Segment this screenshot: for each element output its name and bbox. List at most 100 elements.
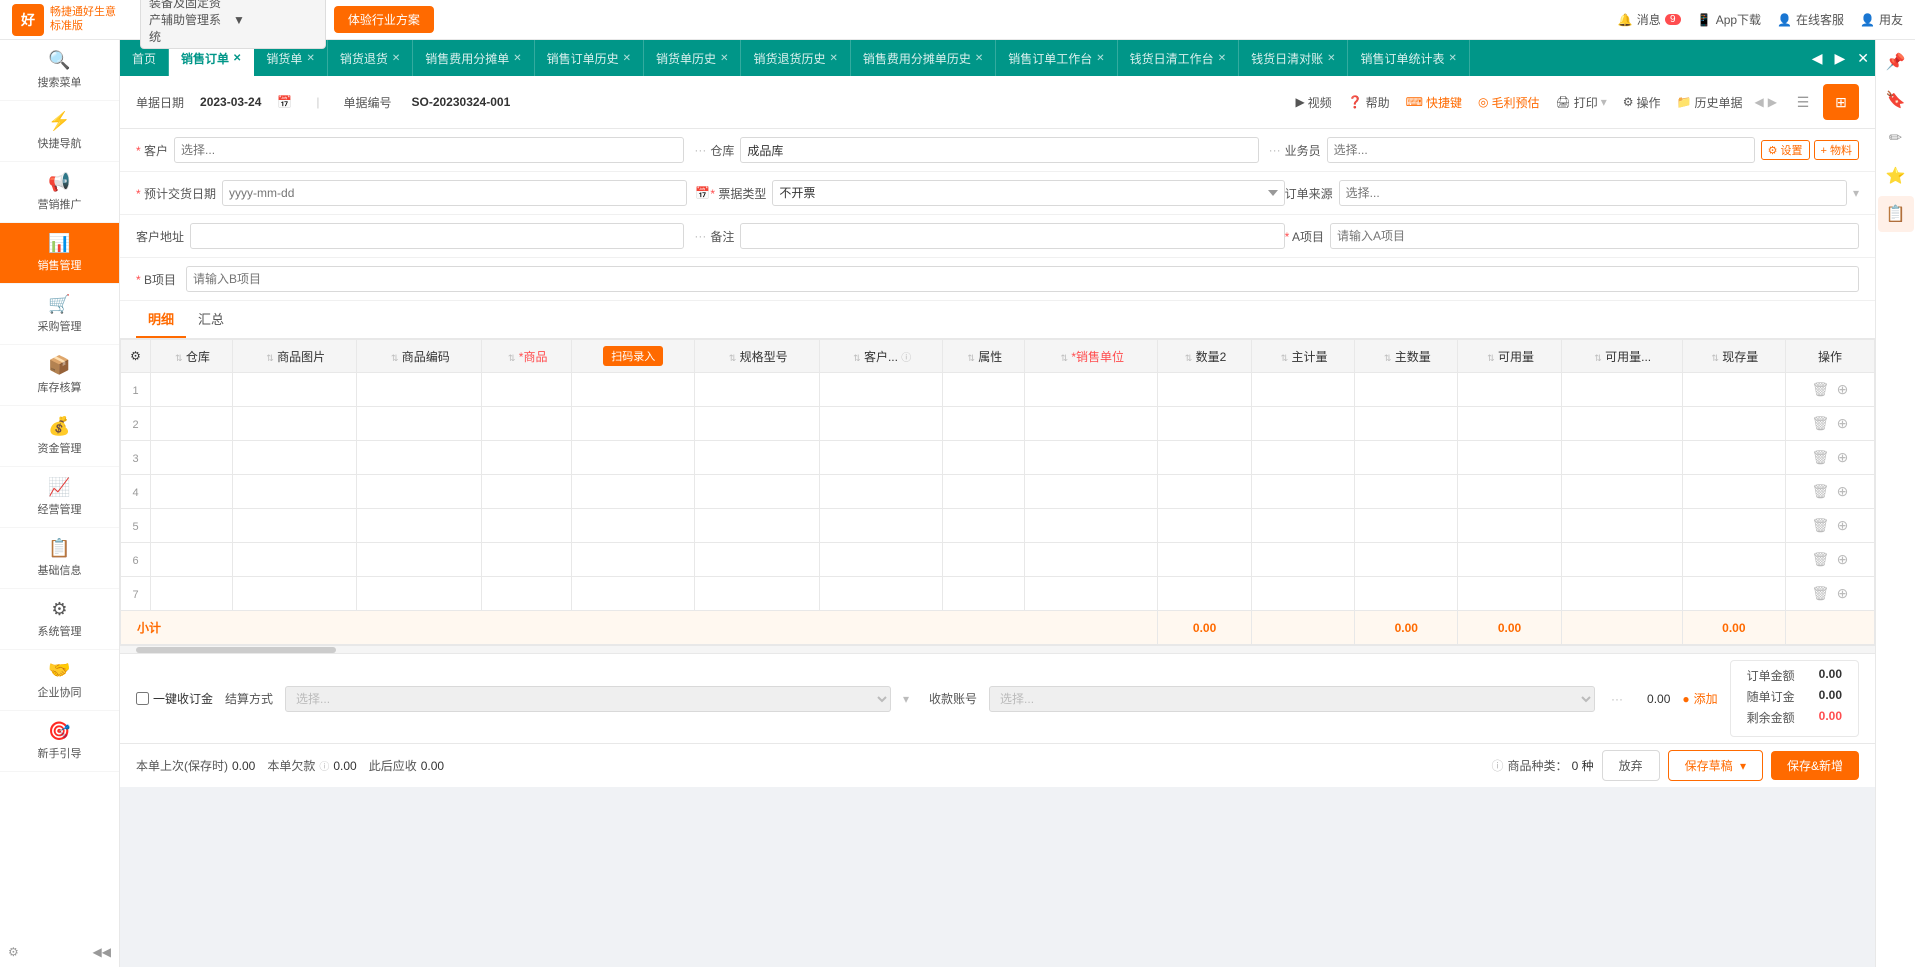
notification-btn[interactable]: 🔔 消息 9 xyxy=(1618,11,1681,28)
tab-menu-btn[interactable]: ✕ xyxy=(1851,40,1875,76)
help-icon-small[interactable]: ⓘ xyxy=(319,758,329,773)
delete-icon-2[interactable]: 🗑 xyxy=(1810,415,1832,431)
tab-sales-return[interactable]: 销货退货 ✕ xyxy=(328,40,413,76)
tab-next-btn[interactable]: ▶ xyxy=(1828,40,1851,76)
online-service-btn[interactable]: 👤 在线客服 xyxy=(1777,11,1844,28)
save-draft-btn[interactable]: 保存草稿 ▾ xyxy=(1668,750,1763,781)
video-btn[interactable]: ▶ 视频 xyxy=(1291,92,1335,113)
tab-close-fee-history[interactable]: ✕ xyxy=(975,53,983,64)
sidebar-item-management[interactable]: 📈 经营管理 xyxy=(0,467,119,528)
receipt-more-btn[interactable]: ··· xyxy=(1607,692,1627,706)
sidebar-settings-icon[interactable]: ⚙ xyxy=(8,945,19,959)
tab-close-sales-order-history[interactable]: ✕ xyxy=(623,53,631,64)
delete-icon-1[interactable]: 🗑 xyxy=(1810,381,1832,397)
receipt-account-select[interactable]: 选择... xyxy=(989,686,1595,712)
one-click-input[interactable] xyxy=(136,692,149,705)
addr-more-btn[interactable]: ··· xyxy=(690,229,710,243)
tab-close-sales-stats[interactable]: ✕ xyxy=(1449,53,1457,64)
tab-daily-reconcile[interactable]: 钱货日清对账 ✕ xyxy=(1239,40,1348,76)
delete-icon-6[interactable]: 🗑 xyxy=(1810,551,1832,567)
tab-daily-workbench[interactable]: 钱货日清工作台 ✕ xyxy=(1118,40,1239,76)
help-btn[interactable]: ❓ 帮助 xyxy=(1344,92,1394,113)
print-btn[interactable]: 🖨 打印 ▾ xyxy=(1552,92,1611,113)
b-project-input[interactable] xyxy=(186,266,1859,292)
discard-btn[interactable]: 放弃 xyxy=(1602,750,1660,781)
right-clipboard-icon[interactable]: 📋 xyxy=(1878,196,1914,232)
tab-close-daily-workbench[interactable]: ✕ xyxy=(1218,53,1226,64)
shortcut-btn[interactable]: ⌨ 快捷键 xyxy=(1402,92,1466,113)
sidebar-item-collab[interactable]: 🤝 企业协同 xyxy=(0,650,119,711)
tab-close-daily-reconcile[interactable]: ✕ xyxy=(1327,53,1335,64)
payment-method-select[interactable]: 选择... xyxy=(285,686,891,712)
warehouse-input[interactable] xyxy=(740,137,1258,163)
customer-more-btn[interactable]: ··· xyxy=(690,143,710,157)
right-edit-icon[interactable]: ✏ xyxy=(1878,120,1914,156)
tab-fee-history[interactable]: 销售费用分摊单历史 ✕ xyxy=(851,40,996,76)
sidebar-item-system[interactable]: ⚙ 系统管理 xyxy=(0,589,119,650)
tab-close-return-history[interactable]: ✕ xyxy=(829,53,837,64)
invoice-type-select[interactable]: 不开票 xyxy=(772,180,1284,206)
a-project-input[interactable] xyxy=(1330,223,1859,249)
delete-icon-7[interactable]: 🗑 xyxy=(1810,585,1832,601)
tab-close-sales-fee[interactable]: ✕ xyxy=(513,53,521,64)
order-source-input[interactable] xyxy=(1339,180,1847,206)
tab-invoice-history[interactable]: 销货单历史 ✕ xyxy=(644,40,741,76)
tab-sales-order-history[interactable]: 销售订单历史 ✕ xyxy=(535,40,644,76)
payment-dropdown-icon[interactable]: ▾ xyxy=(903,692,909,706)
tab-close-sales-order[interactable]: ✕ xyxy=(233,53,241,64)
tab-return-history[interactable]: 销货退货历史 ✕ xyxy=(741,40,850,76)
operation-btn[interactable]: ⚙ 操作 xyxy=(1619,92,1665,113)
tab-sales-fee[interactable]: 销售费用分摊单 ✕ xyxy=(413,40,534,76)
sidebar-item-purchase[interactable]: 🛒 采购管理 xyxy=(0,284,119,345)
sidebar-item-sales[interactable]: 📊 销售管理 xyxy=(0,223,119,284)
industry-btn[interactable]: 体验行业方案 xyxy=(334,6,434,33)
delete-icon-4[interactable]: 🗑 xyxy=(1810,483,1832,499)
right-bookmark-icon[interactable]: 🔖 xyxy=(1878,82,1914,118)
one-click-checkbox[interactable]: 一键收订金 xyxy=(136,690,213,707)
sidebar-item-search[interactable]: 🔍 搜索菜单 xyxy=(0,40,119,101)
sidebar-item-finance[interactable]: 💰 资金管理 xyxy=(0,406,119,467)
customer-input[interactable] xyxy=(174,137,684,163)
salesperson-input[interactable] xyxy=(1327,137,1755,163)
copy-icon-4[interactable]: ⊕ xyxy=(1835,483,1851,499)
right-star-icon[interactable]: ⭐ xyxy=(1878,158,1914,194)
note-input[interactable] xyxy=(740,223,1284,249)
app-download-btn[interactable]: 📱 App下载 xyxy=(1697,11,1761,28)
copy-icon-3[interactable]: ⊕ xyxy=(1835,449,1851,465)
delete-icon-3[interactable]: 🗑 xyxy=(1810,449,1832,465)
tab-close-sales-return[interactable]: ✕ xyxy=(392,53,400,64)
save-new-btn[interactable]: 保存&新增 xyxy=(1771,751,1859,780)
copy-icon-7[interactable]: ⊕ xyxy=(1835,585,1851,601)
customer-addr-input[interactable] xyxy=(190,223,684,249)
copy-icon-2[interactable]: ⊕ xyxy=(1835,415,1851,431)
profit-btn[interactable]: ◎ 毛利预估 xyxy=(1474,92,1544,113)
sidebar-item-inventory[interactable]: 📦 库存核算 xyxy=(0,345,119,406)
tab-close-invoice-history[interactable]: ✕ xyxy=(720,53,728,64)
tab-detail[interactable]: 明细 xyxy=(136,301,186,338)
warehouse-more-btn[interactable]: ··· xyxy=(1265,143,1285,157)
sidebar-item-quicknav[interactable]: ⚡ 快捷导航 xyxy=(0,101,119,162)
tab-prev-btn[interactable]: ◀ xyxy=(1806,40,1829,76)
history-btn[interactable]: 📁 历史单据 xyxy=(1673,92,1747,113)
delivery-calendar-icon[interactable]: 📅 xyxy=(695,186,710,200)
copy-icon-5[interactable]: ⊕ xyxy=(1835,517,1851,533)
scan-btn[interactable]: 扫码录入 xyxy=(603,346,663,366)
system-selector[interactable]: 装备及固定资产辅助管理系统 ▼ xyxy=(140,0,326,49)
order-source-dropdown-icon[interactable]: ▾ xyxy=(1853,186,1859,200)
sidebar-item-basic-info[interactable]: 📋 基础信息 xyxy=(0,528,119,589)
tab-order-workbench[interactable]: 销售订单工作台 ✕ xyxy=(996,40,1117,76)
nav-prev-icon[interactable]: ◀ xyxy=(1755,95,1764,109)
calendar-icon[interactable]: 📅 xyxy=(277,95,292,109)
copy-icon-6[interactable]: ⊕ xyxy=(1835,551,1851,567)
tab-close-sales-invoice[interactable]: ✕ xyxy=(306,53,314,64)
add-payment-btn[interactable]: ● 添加 xyxy=(1682,690,1717,707)
delivery-date-input[interactable] xyxy=(222,180,687,206)
tab-close-order-workbench[interactable]: ✕ xyxy=(1096,53,1104,64)
layout-grid-icon[interactable]: ⊞ xyxy=(1823,84,1859,120)
col-settings[interactable]: ⚙ xyxy=(121,340,151,373)
right-pin-icon[interactable]: 📌 xyxy=(1878,44,1914,80)
user-avatar[interactable]: 👤 用友 xyxy=(1860,11,1903,28)
sidebar-collapse-icon[interactable]: ◀◀ xyxy=(93,945,111,959)
tab-summary[interactable]: 汇总 xyxy=(186,301,236,338)
copy-icon-1[interactable]: ⊕ xyxy=(1835,381,1851,397)
